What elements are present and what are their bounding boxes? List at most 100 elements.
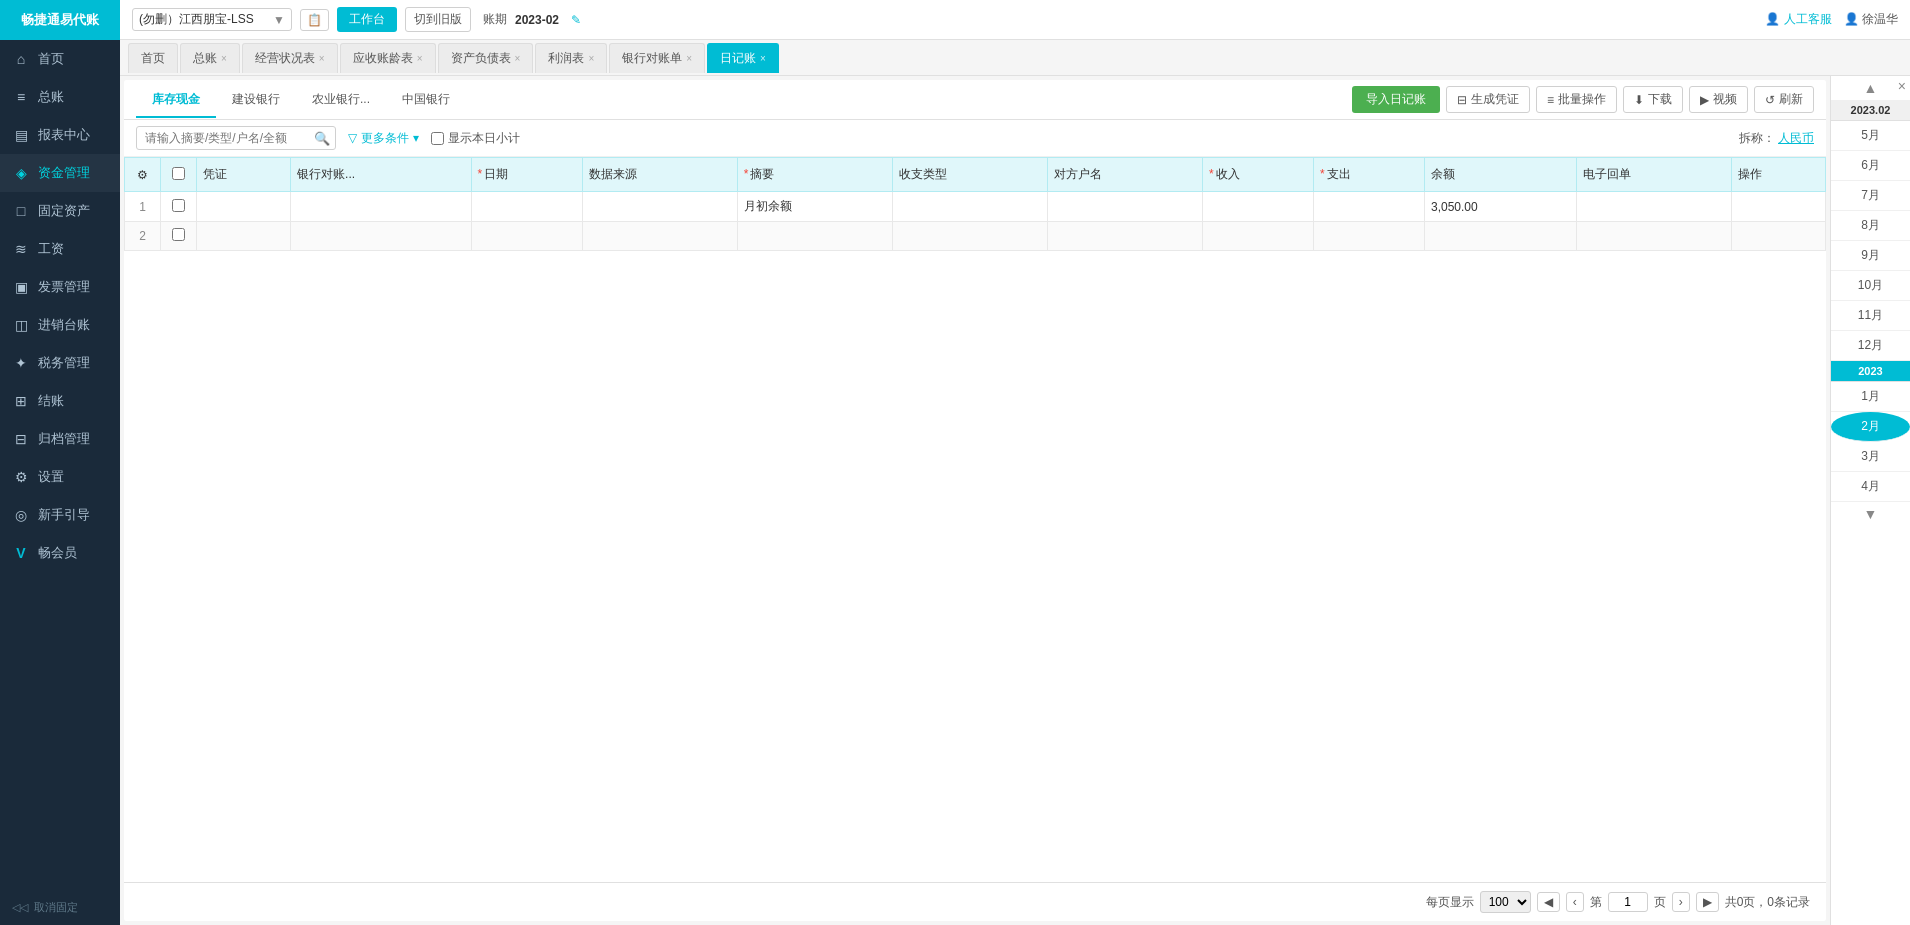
sidebar-item-label: 固定资产: [38, 202, 90, 220]
row-expense: [1313, 222, 1424, 251]
tab-biz-status[interactable]: 经营状况表 ×: [242, 43, 338, 73]
workbench-button[interactable]: 工作台: [337, 7, 397, 32]
tab-ledger[interactable]: 总账 ×: [180, 43, 240, 73]
content-area: 库存现金 建设银行 农业银行... 中国银行 导入日记账 ⊟ 生成凭证 ≡ 批量…: [120, 76, 1910, 925]
sidebar-item-invoice[interactable]: ▣ 发票管理: [0, 268, 120, 306]
daily-summary-check[interactable]: [431, 132, 444, 145]
tab-receivable[interactable]: 应收账龄表 ×: [340, 43, 436, 73]
sidebar-item-member[interactable]: V 畅会员: [0, 534, 120, 572]
calendar-close-button[interactable]: ×: [1898, 78, 1906, 94]
row-date: [471, 192, 582, 222]
row-checkbox[interactable]: [161, 192, 197, 222]
subtab-construction[interactable]: 建设银行: [216, 83, 296, 118]
sidebar-item-report[interactable]: ▤ 报表中心: [0, 116, 120, 154]
sidebar-item-guide[interactable]: ◎ 新手引导: [0, 496, 120, 534]
unpin-button[interactable]: ◁◁ 取消固定: [0, 890, 120, 925]
tab-assets-debt[interactable]: 资产负债表 ×: [438, 43, 534, 73]
sidebar-item-payroll[interactable]: ≋ 工资: [0, 230, 120, 268]
next-page-button[interactable]: ›: [1672, 892, 1690, 912]
tab-bank-statement[interactable]: 银行对账单 ×: [609, 43, 705, 73]
sidebar-item-settle[interactable]: ⊞ 结账: [0, 382, 120, 420]
first-page-button[interactable]: ◀: [1537, 892, 1560, 912]
sidebar-item-fixed[interactable]: □ 固定资产: [0, 192, 120, 230]
cal-month-7[interactable]: 7月: [1831, 181, 1910, 211]
import-journal-button[interactable]: 导入日记账: [1352, 86, 1440, 113]
period-value: 2023-02: [515, 13, 559, 27]
video-button[interactable]: ▶ 视频: [1689, 86, 1748, 113]
row-e-receipt: [1576, 222, 1731, 251]
cal-month-12[interactable]: 12月: [1831, 331, 1910, 361]
more-filter-button[interactable]: ▽ 更多条件 ▾: [348, 130, 419, 147]
journal-table-wrap: ⚙ 凭证 银行对账... 日期 数据来源 摘要 收支类型 对方户名 收入 支出 …: [124, 157, 1826, 882]
refresh-button[interactable]: ↺ 刷新: [1754, 86, 1814, 113]
subtab-cash[interactable]: 库存现金: [136, 83, 216, 118]
close-icon[interactable]: ×: [588, 53, 594, 64]
cal-month-5[interactable]: 5月: [1831, 121, 1910, 151]
subtab-agriculture[interactable]: 农业银行...: [296, 83, 386, 118]
cal-month-9[interactable]: 9月: [1831, 241, 1910, 271]
col-balance: 余额: [1424, 158, 1576, 192]
close-icon[interactable]: ×: [417, 53, 423, 64]
cal-month-11[interactable]: 11月: [1831, 301, 1910, 331]
close-icon[interactable]: ×: [760, 53, 766, 64]
settings-icon: ⚙: [12, 469, 30, 485]
customer-service-link[interactable]: 👤 人工客服: [1765, 11, 1831, 28]
tab-journal[interactable]: 日记账 ×: [707, 43, 779, 73]
sidebar-item-archive[interactable]: ⊟ 归档管理: [0, 420, 120, 458]
per-page-select[interactable]: 100 50 200: [1480, 891, 1531, 913]
close-icon[interactable]: ×: [686, 53, 692, 64]
show-daily-summary-checkbox[interactable]: 显示本日小计: [431, 130, 520, 147]
batch-ops-button[interactable]: ≡ 批量操作: [1536, 86, 1617, 113]
cal-month-2-active[interactable]: 2月: [1831, 412, 1910, 442]
sidebar-item-tax[interactable]: ✦ 税务管理: [0, 344, 120, 382]
subtabs-toolbar-row: 库存现金 建设银行 农业银行... 中国银行 导入日记账 ⊟ 生成凭证 ≡ 批量…: [124, 80, 1826, 120]
company-selector[interactable]: (勿删）江西朋宝-LSS ▼: [132, 8, 292, 31]
currency-link[interactable]: 人民币: [1778, 131, 1814, 145]
close-icon[interactable]: ×: [319, 53, 325, 64]
last-page-button[interactable]: ▶: [1696, 892, 1719, 912]
cal-month-1[interactable]: 1月: [1831, 382, 1910, 412]
cal-month-3[interactable]: 3月: [1831, 442, 1910, 472]
cal-month-4[interactable]: 4月: [1831, 472, 1910, 502]
prev-page-button[interactable]: ‹: [1566, 892, 1584, 912]
search-input[interactable]: [136, 126, 336, 150]
sidebar-item-label: 总账: [38, 88, 64, 106]
period-edit-icon[interactable]: ✎: [571, 13, 581, 27]
sidebar-item-ledger[interactable]: ≡ 总账: [0, 78, 120, 116]
user-name[interactable]: 👤 徐温华: [1844, 11, 1898, 28]
copy-button[interactable]: 📋: [300, 9, 329, 31]
subtab-china[interactable]: 中国银行: [386, 83, 466, 118]
cal-month-6[interactable]: 6月: [1831, 151, 1910, 181]
row-checkbox[interactable]: [161, 222, 197, 251]
close-icon[interactable]: ×: [515, 53, 521, 64]
sidebar-item-settings[interactable]: ⚙ 设置: [0, 458, 120, 496]
sidebar-item-label: 结账: [38, 392, 64, 410]
col-settings[interactable]: ⚙: [125, 158, 161, 192]
page-input[interactable]: [1608, 892, 1648, 912]
tab-home[interactable]: 首页: [128, 43, 178, 73]
search-icon[interactable]: 🔍: [314, 131, 330, 146]
cal-month-8[interactable]: 8月: [1831, 211, 1910, 241]
row-summary: 月初余额: [737, 192, 892, 222]
col-source: 数据来源: [582, 158, 737, 192]
calendar-nav-down[interactable]: ▼: [1831, 502, 1910, 526]
tab-label: 利润表: [548, 50, 584, 67]
sidebar-item-home[interactable]: ⌂ 首页: [0, 40, 120, 78]
invoice-icon: ▣: [12, 279, 30, 295]
sidebar-item-purchase[interactable]: ◫ 进销台账: [0, 306, 120, 344]
row-balance: [1424, 222, 1576, 251]
download-button[interactable]: ⬇ 下载: [1623, 86, 1683, 113]
col-voucher: 凭证: [197, 158, 291, 192]
old-version-button[interactable]: 切到旧版: [405, 7, 471, 32]
user-avatar-icon: 👤: [1844, 12, 1859, 26]
cal-month-10[interactable]: 10月: [1831, 271, 1910, 301]
close-icon[interactable]: ×: [221, 53, 227, 64]
tab-profit[interactable]: 利润表 ×: [535, 43, 607, 73]
sidebar-item-finance[interactable]: ◈ 资金管理: [0, 154, 120, 192]
col-checkbox[interactable]: [161, 158, 197, 192]
select-all-checkbox[interactable]: [172, 167, 185, 180]
tab-label: 经营状况表: [255, 50, 315, 67]
row-expense: [1313, 192, 1424, 222]
purchase-icon: ◫: [12, 317, 30, 333]
generate-voucher-button[interactable]: ⊟ 生成凭证: [1446, 86, 1530, 113]
